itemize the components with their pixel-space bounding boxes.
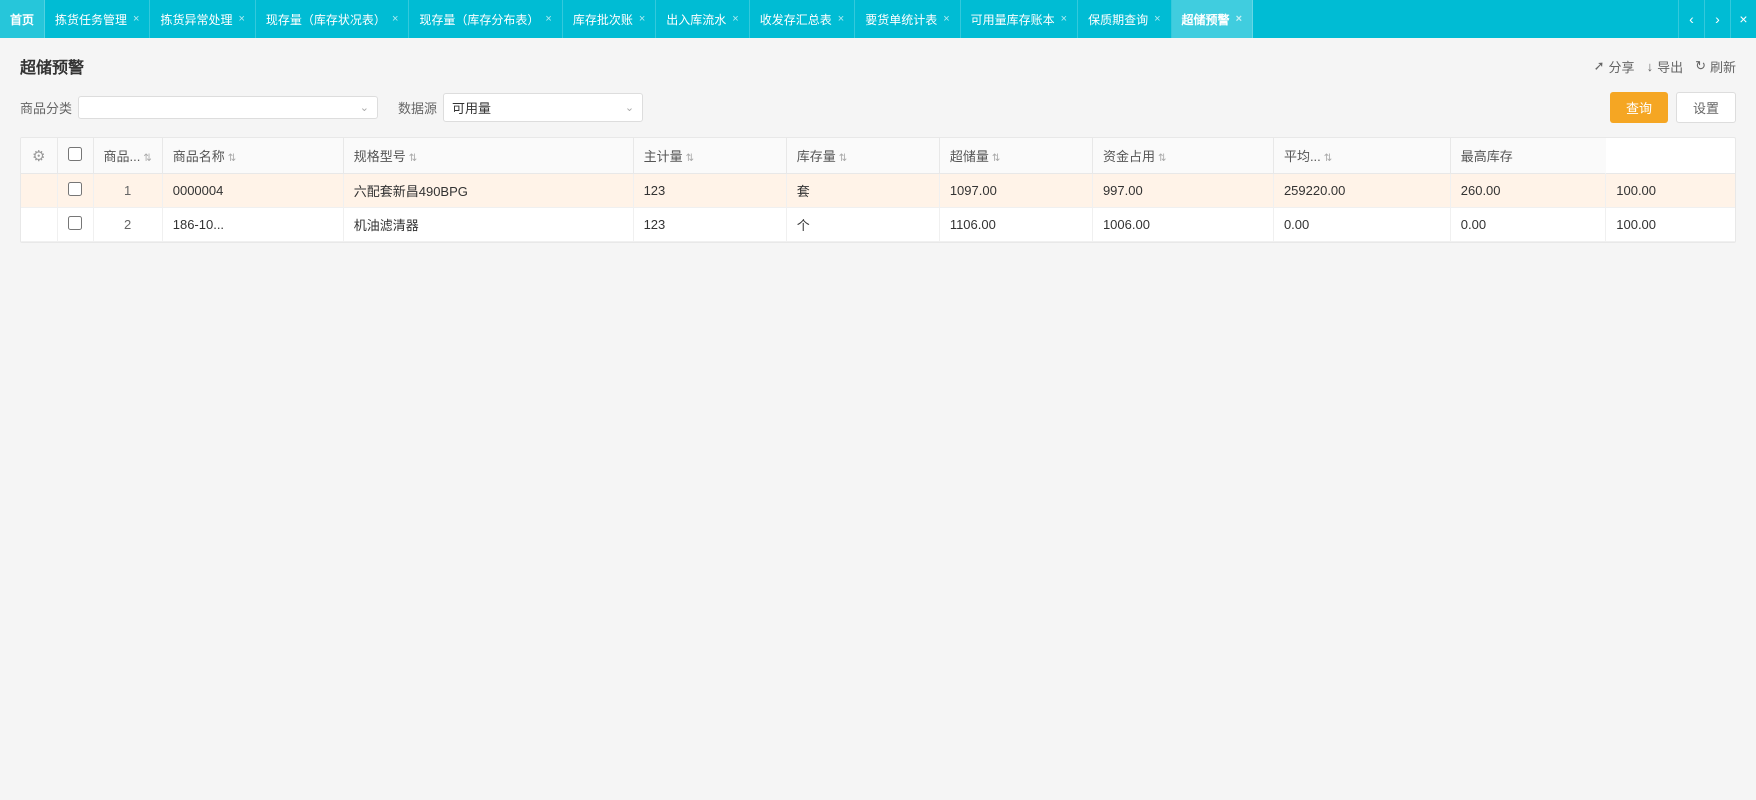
query-button[interactable]: 查询	[1610, 92, 1668, 123]
export-button[interactable]: ↓ 导出	[1647, 57, 1684, 76]
row-over-stock: 997.00	[1092, 174, 1273, 208]
row-index: 1	[93, 174, 162, 208]
col-product-name[interactable]: 商品名称⇅	[162, 138, 343, 174]
row-product-name: 六配套新昌490BPG	[343, 174, 633, 208]
table-row: 1 0000004 六配套新昌490BPG 123 套 1097.00 997.…	[21, 174, 1735, 208]
col-avg[interactable]: 平均...⇅	[1273, 138, 1450, 174]
row-unit: 个	[786, 208, 939, 242]
category-filter: 商品分类 ⌄	[20, 96, 378, 119]
row-checkbox-cell[interactable]	[57, 174, 93, 208]
tab-close-icon[interactable]: ×	[1236, 13, 1242, 25]
select-all-checkbox[interactable]	[68, 147, 82, 161]
settings-button[interactable]: 设置	[1676, 92, 1736, 123]
tab-close-icon[interactable]: ×	[732, 13, 738, 25]
nav-tab-10[interactable]: 保质期查询×	[1078, 0, 1171, 38]
row-product-name: 机油滤清器	[343, 208, 633, 242]
share-button[interactable]: ➚ 分享	[1594, 57, 1635, 76]
tab-close-icon[interactable]: ×	[943, 13, 949, 25]
tab-close-icon[interactable]: ×	[639, 13, 645, 25]
nav-tab-3[interactable]: 现存量（库存状况表）×	[256, 0, 409, 38]
nav-close-btn[interactable]: ×	[1730, 0, 1756, 38]
nav-tab-7[interactable]: 收发存汇总表×	[750, 0, 855, 38]
page-header: 超储预警 ➚ 分享 ↓ 导出 ↻ 刷新	[20, 54, 1736, 78]
tab-close-icon[interactable]: ×	[1061, 13, 1067, 25]
col-unit[interactable]: 主计量⇅	[633, 138, 786, 174]
settings-col-icon[interactable]: ⚙	[32, 148, 45, 165]
nav-tab-9[interactable]: 可用量库存账本×	[961, 0, 1078, 38]
row-checkbox-cell[interactable]	[57, 208, 93, 242]
nav-tab-1[interactable]: 拣货任务管理×	[45, 0, 150, 38]
col-spec[interactable]: 规格型号⇅	[343, 138, 633, 174]
col-over-stock[interactable]: 超储量⇅	[939, 138, 1092, 174]
category-arrow-icon: ⌄	[360, 101, 369, 114]
row-spec: 123	[633, 208, 786, 242]
row-checkbox[interactable]	[68, 182, 82, 196]
col-gear[interactable]: ⚙	[21, 138, 57, 174]
nav-prev-btn[interactable]: ‹	[1678, 0, 1704, 38]
category-select[interactable]: ⌄	[78, 96, 378, 119]
datasource-label: 数据源	[398, 98, 437, 117]
row-gear-cell	[21, 174, 57, 208]
nav-tab-8[interactable]: 要货单统计表×	[855, 0, 960, 38]
row-stock: 1106.00	[939, 208, 1092, 242]
row-avg: 0.00	[1450, 208, 1606, 242]
row-stock: 1097.00	[939, 174, 1092, 208]
nav-tab-2[interactable]: 拣货异常处理×	[150, 0, 255, 38]
row-unit: 套	[786, 174, 939, 208]
row-capital: 0.00	[1273, 208, 1450, 242]
row-product-code: 186-10...	[162, 208, 343, 242]
refresh-button[interactable]: ↻ 刷新	[1695, 57, 1736, 76]
header-actions: ➚ 分享 ↓ 导出 ↻ 刷新	[1594, 57, 1736, 76]
row-spec: 123	[633, 174, 786, 208]
nav-arrows: ‹ › ×	[1678, 0, 1756, 38]
data-table: ⚙ 商品...⇅ 商品名称⇅ 规格型号⇅ 主计量⇅ 库存量⇅ 超储量⇅ 资金占用…	[20, 137, 1736, 243]
page-title: 超储预警	[20, 54, 84, 78]
nav-tab-0[interactable]: 首页	[0, 0, 45, 38]
row-product-code: 0000004	[162, 174, 343, 208]
share-icon: ➚	[1594, 58, 1605, 74]
nav-tab-5[interactable]: 库存批次账×	[563, 0, 656, 38]
row-max-stock: 100.00	[1606, 208, 1735, 242]
row-max-stock: 100.00	[1606, 174, 1735, 208]
datasource-filter: 数据源 可用量 ⌄	[398, 93, 643, 122]
row-capital: 259220.00	[1273, 174, 1450, 208]
tab-close-icon[interactable]: ×	[1154, 13, 1160, 25]
row-avg: 260.00	[1450, 174, 1606, 208]
row-index: 2	[93, 208, 162, 242]
col-max-stock[interactable]: 最高库存	[1450, 138, 1606, 174]
category-label: 商品分类	[20, 98, 72, 117]
tab-close-icon[interactable]: ×	[133, 13, 139, 25]
tab-close-icon[interactable]: ×	[238, 13, 244, 25]
datasource-arrow-icon: ⌄	[625, 101, 634, 114]
col-stock[interactable]: 库存量⇅	[786, 138, 939, 174]
export-icon: ↓	[1647, 59, 1654, 74]
table-row: 2 186-10... 机油滤清器 123 个 1106.00 1006.00 …	[21, 208, 1735, 242]
page-wrapper: 超储预警 ➚ 分享 ↓ 导出 ↻ 刷新 商品分类 ⌄ 数据源	[0, 38, 1756, 259]
tab-close-icon[interactable]: ×	[392, 13, 398, 25]
filter-row: 商品分类 ⌄ 数据源 可用量 ⌄ 查询 设置	[20, 92, 1736, 123]
row-gear-cell	[21, 208, 57, 242]
filter-buttons: 查询 设置	[1610, 92, 1736, 123]
datasource-select[interactable]: 可用量 ⌄	[443, 93, 643, 122]
top-nav: 首页拣货任务管理×拣货异常处理×现存量（库存状况表）×现存量（库存分布表）×库存…	[0, 0, 1756, 38]
refresh-icon: ↻	[1695, 58, 1706, 74]
tab-close-icon[interactable]: ×	[545, 13, 551, 25]
nav-tab-4[interactable]: 现存量（库存分布表）×	[409, 0, 562, 38]
col-capital[interactable]: 资金占用⇅	[1092, 138, 1273, 174]
datasource-value: 可用量	[452, 98, 491, 117]
row-over-stock: 1006.00	[1092, 208, 1273, 242]
tab-close-icon[interactable]: ×	[838, 13, 844, 25]
col-checkbox-header[interactable]	[57, 138, 93, 174]
row-checkbox[interactable]	[68, 216, 82, 230]
col-product-code[interactable]: 商品...⇅	[93, 138, 162, 174]
nav-tab-6[interactable]: 出入库流水×	[656, 0, 749, 38]
nav-tab-11[interactable]: 超储预警×	[1172, 0, 1253, 38]
table-header-row: ⚙ 商品...⇅ 商品名称⇅ 规格型号⇅ 主计量⇅ 库存量⇅ 超储量⇅ 资金占用…	[21, 138, 1735, 174]
nav-next-btn[interactable]: ›	[1704, 0, 1730, 38]
